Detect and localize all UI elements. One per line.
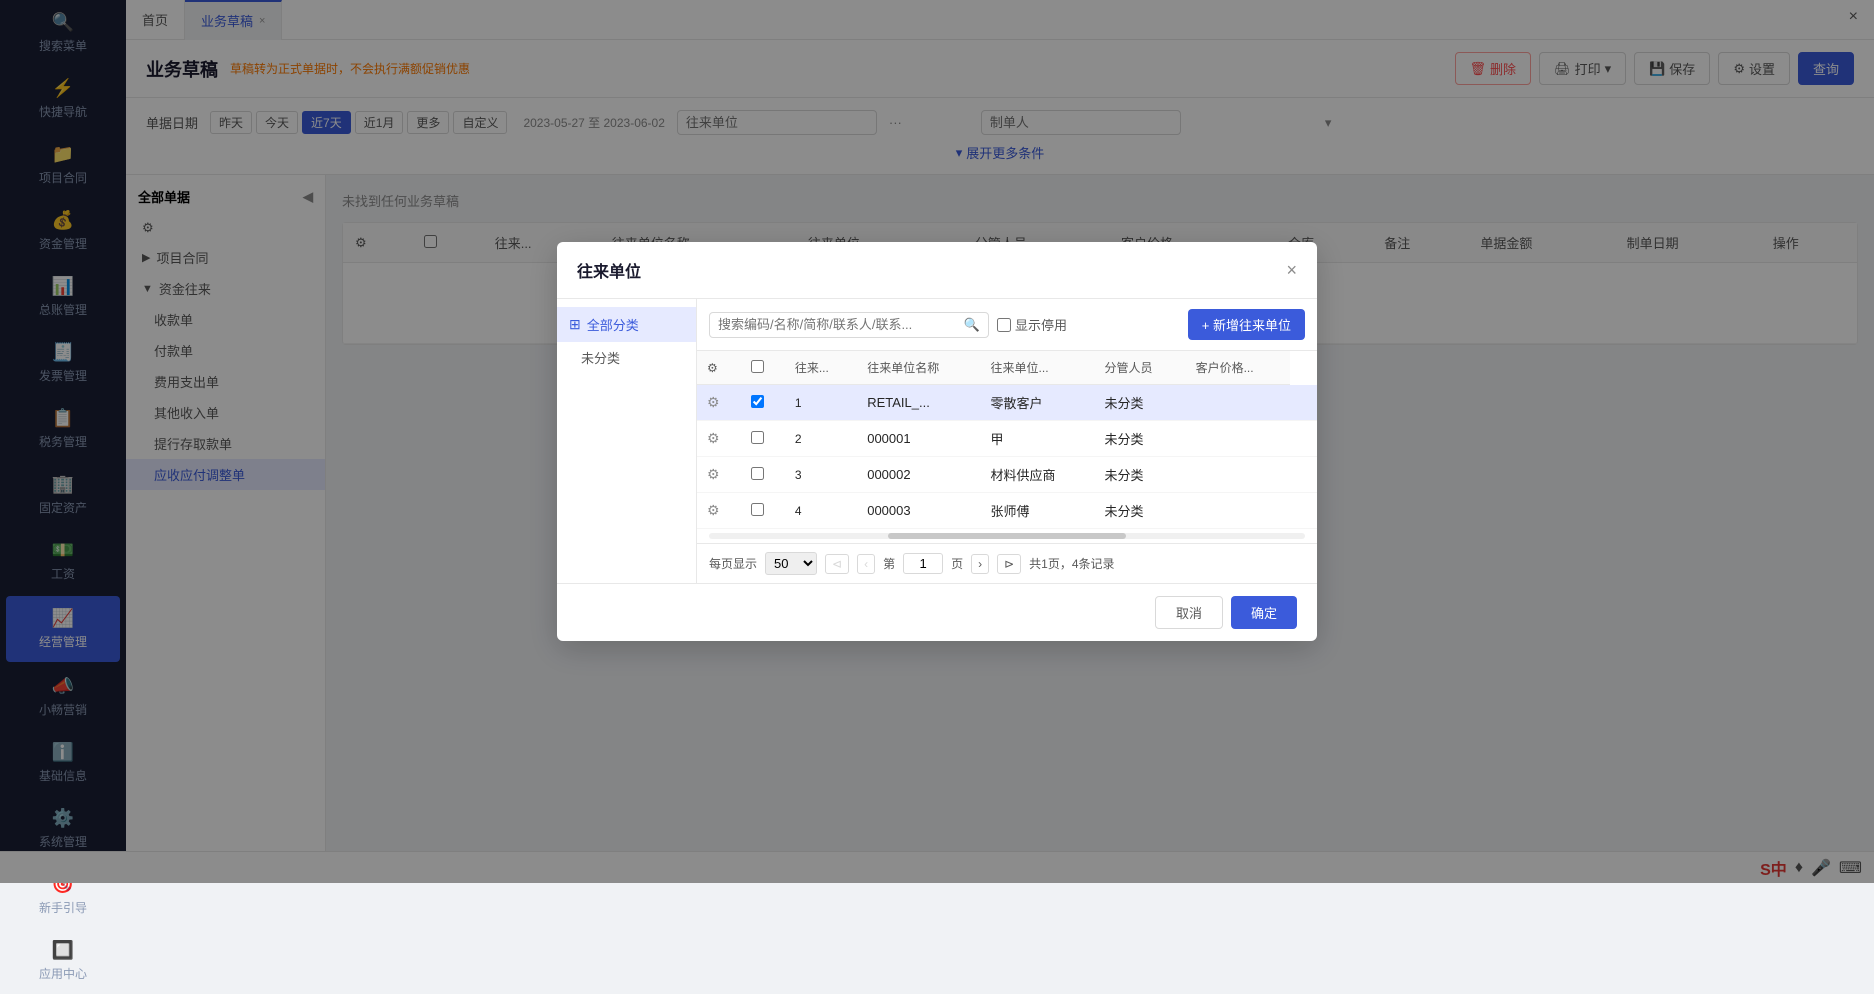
- row-num-cell: 2: [785, 421, 857, 457]
- modal-select-all[interactable]: [751, 360, 764, 373]
- prev-page-button[interactable]: ‹: [857, 554, 875, 574]
- add-counterparty-button[interactable]: + 新增往来单位: [1188, 309, 1305, 340]
- page-label: 第: [883, 555, 895, 572]
- row-name-cell: 零散客户: [981, 385, 1095, 421]
- row-manager-cell: [1186, 421, 1291, 457]
- modal-toolbar: 🔍 显示停用 + 新增往来单位: [697, 299, 1317, 351]
- modal-overlay[interactable]: 往来单位 × ⊞ 全部分类 未分类 🔍: [0, 0, 1874, 883]
- row-code-cell: 000002: [857, 457, 980, 493]
- modal-col-manager: 分管人员: [1094, 351, 1185, 385]
- row-settings-cell: ⚙: [697, 457, 741, 493]
- row-num-cell: 1: [785, 385, 857, 421]
- row-settings-cell: ⚙: [697, 421, 741, 457]
- row-name-cell: 张师傅: [981, 493, 1095, 529]
- scrollbar-thumb[interactable]: [888, 533, 1126, 539]
- confirm-button[interactable]: 确定: [1231, 596, 1297, 629]
- modal-body: ⊞ 全部分类 未分类 🔍 显示停用: [557, 299, 1317, 583]
- modal-col-price: 客户价格...: [1186, 351, 1291, 385]
- settings-icon: ⚙: [707, 430, 720, 446]
- row-checkbox[interactable]: [751, 395, 764, 408]
- modal-title: 往来单位: [577, 258, 641, 282]
- per-page-select[interactable]: 50 100: [765, 552, 817, 575]
- sidebar-item-label: 新手引导: [39, 899, 87, 916]
- row-name-cell: 材料供应商: [981, 457, 1095, 493]
- row-category-cell: 未分类: [1094, 385, 1185, 421]
- settings-icon: ⚙: [707, 502, 720, 518]
- first-page-button[interactable]: ⊲: [825, 554, 849, 574]
- row-checkbox-cell: [741, 385, 785, 421]
- modal-col-checkbox: [741, 351, 785, 385]
- search-icon: 🔍: [964, 317, 980, 333]
- modal-search-input[interactable]: [718, 317, 960, 332]
- modal-table: ⚙ 往来... 往来单位名称 往来单位... 分管人员 客户价格...: [697, 351, 1317, 529]
- modal-pagination: 每页显示 50 100 ⊲ ‹ 第 页 › ⊳ 共1页，4条记录: [697, 543, 1317, 583]
- page-number-input[interactable]: [903, 553, 943, 574]
- row-name-cell: 甲: [981, 421, 1095, 457]
- row-checkbox-cell: [741, 457, 785, 493]
- cancel-button[interactable]: 取消: [1155, 596, 1223, 629]
- row-manager-cell: [1186, 457, 1291, 493]
- modal-actions: 取消 确定: [557, 583, 1317, 641]
- modal-sidebar-all[interactable]: ⊞ 全部分类: [557, 307, 696, 342]
- unclassified-label: 未分类: [581, 351, 620, 366]
- row-checkbox-cell: [741, 421, 785, 457]
- horizontal-scrollbar[interactable]: [709, 533, 1305, 539]
- sidebar-item-label: 应用中心: [39, 965, 87, 982]
- modal-col-category: 往来单位...: [981, 351, 1095, 385]
- row-manager-cell: [1186, 385, 1291, 421]
- row-num-cell: 4: [785, 493, 857, 529]
- show-disabled-checkbox[interactable]: [997, 318, 1011, 332]
- next-page-button[interactable]: ›: [971, 554, 989, 574]
- modal-table-row[interactable]: ⚙ 3 000002 材料供应商 未分类: [697, 457, 1317, 493]
- row-category-cell: 未分类: [1094, 493, 1185, 529]
- show-disabled-label: 显示停用: [1015, 315, 1067, 334]
- row-price-cell: [1290, 385, 1317, 421]
- show-disabled-toggle: 显示停用: [997, 315, 1067, 334]
- sidebar-item-appcenter[interactable]: 🔲 应用中心: [0, 928, 126, 994]
- row-code-cell: RETAIL_...: [857, 385, 980, 421]
- row-checkbox[interactable]: [751, 431, 764, 444]
- total-records: 共1页，4条记录: [1029, 555, 1114, 572]
- row-settings-cell: ⚙: [697, 385, 741, 421]
- modal-close-button[interactable]: ×: [1286, 260, 1297, 281]
- page-unit: 页: [951, 555, 963, 572]
- modal-sidebar: ⊞ 全部分类 未分类: [557, 299, 697, 583]
- modal-header: 往来单位 ×: [557, 242, 1317, 299]
- row-checkbox[interactable]: [751, 467, 764, 480]
- appcenter-icon: 🔲: [52, 940, 74, 961]
- row-manager-cell: [1186, 493, 1291, 529]
- per-page-label: 每页显示: [709, 555, 757, 572]
- row-price-cell: [1290, 493, 1317, 529]
- row-code-cell: 000003: [857, 493, 980, 529]
- modal-col-name: 往来单位名称: [857, 351, 980, 385]
- modal-table-area: ⚙ 往来... 往来单位名称 往来单位... 分管人员 客户价格...: [697, 351, 1317, 529]
- row-settings-cell: ⚙: [697, 493, 741, 529]
- modal-col-settings: ⚙: [697, 351, 741, 385]
- settings-icon: ⚙: [707, 394, 720, 410]
- settings-icon: ⚙: [707, 466, 720, 482]
- modal-main: 🔍 显示停用 + 新增往来单位 ⚙: [697, 299, 1317, 583]
- grid-icon: ⊞: [569, 316, 581, 333]
- row-category-cell: 未分类: [1094, 421, 1185, 457]
- modal-sidebar-unclassified[interactable]: 未分类: [557, 342, 696, 373]
- modal-table-row[interactable]: ⚙ 2 000001 甲 未分类: [697, 421, 1317, 457]
- row-num-cell: 3: [785, 457, 857, 493]
- row-price-cell: [1290, 457, 1317, 493]
- row-checkbox[interactable]: [751, 503, 764, 516]
- last-page-button[interactable]: ⊳: [997, 554, 1021, 574]
- modal-table-header: ⚙ 往来... 往来单位名称 往来单位... 分管人员 客户价格...: [697, 351, 1317, 385]
- modal-col-code: 往来...: [785, 351, 857, 385]
- modal-table-row[interactable]: ⚙ 1 RETAIL_... 零散客户 未分类: [697, 385, 1317, 421]
- row-code-cell: 000001: [857, 421, 980, 457]
- counterparty-modal: 往来单位 × ⊞ 全部分类 未分类 🔍: [557, 242, 1317, 641]
- modal-sidebar-all-label: 全部分类: [587, 315, 639, 334]
- row-category-cell: 未分类: [1094, 457, 1185, 493]
- modal-table-row[interactable]: ⚙ 4 000003 张师傅 未分类: [697, 493, 1317, 529]
- row-price-cell: [1290, 421, 1317, 457]
- row-checkbox-cell: [741, 493, 785, 529]
- modal-search-box: 🔍: [709, 312, 989, 338]
